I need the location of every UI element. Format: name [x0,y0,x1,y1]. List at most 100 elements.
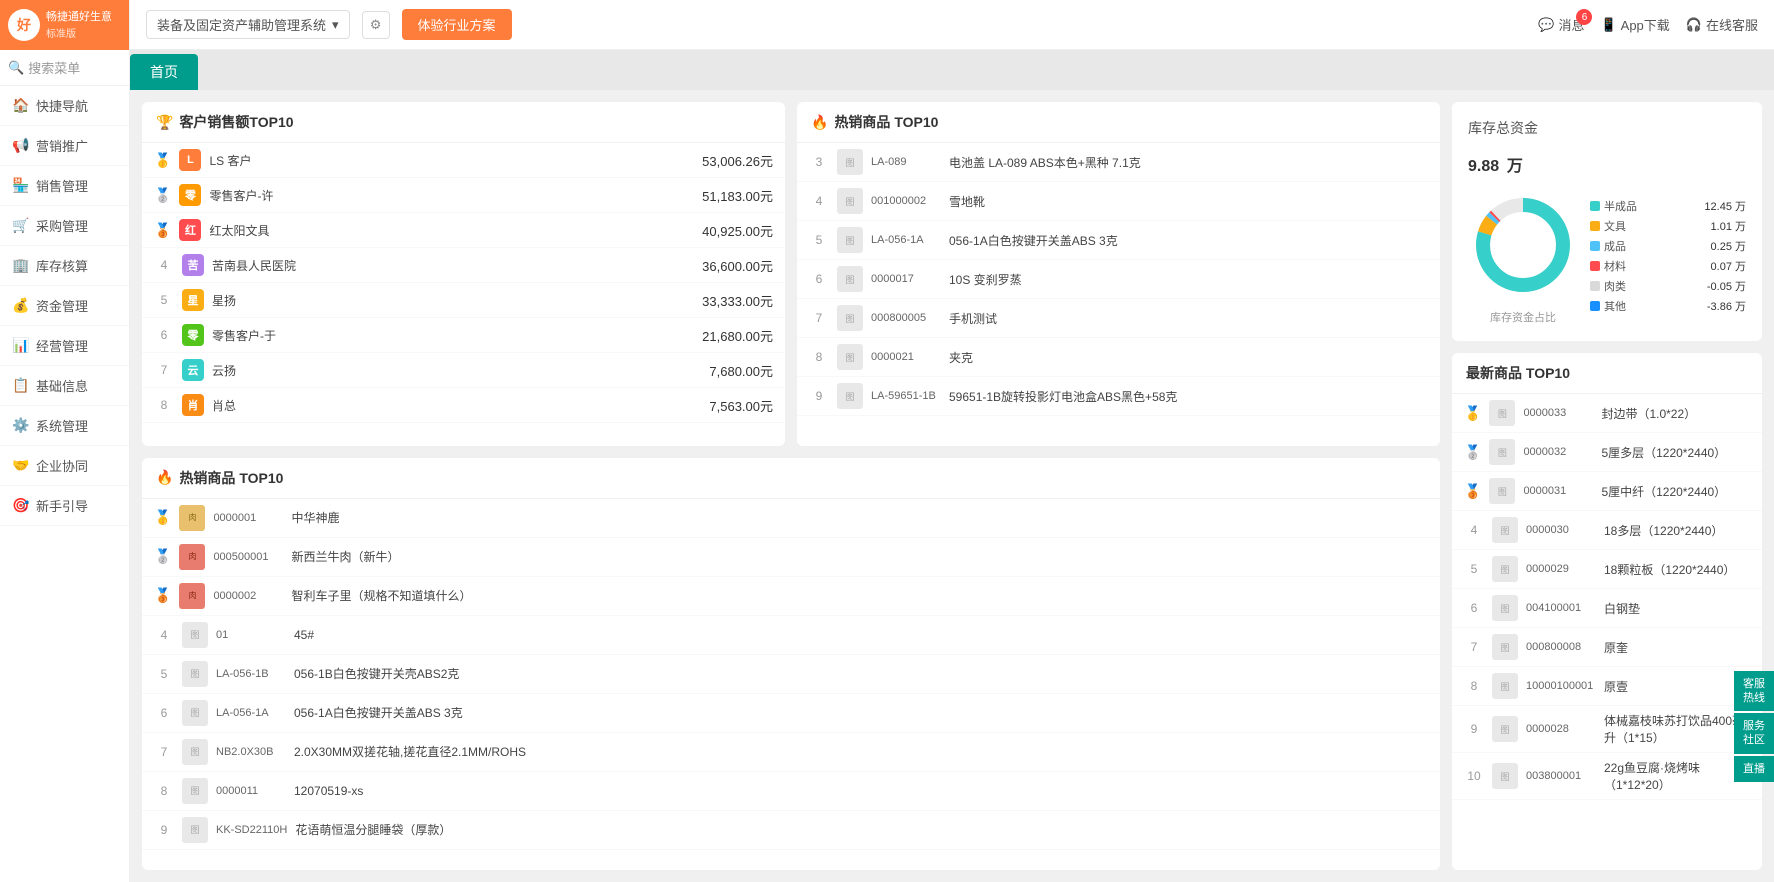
product-thumbnail: 图 [837,344,863,370]
sidebar-item-quick-nav[interactable]: 🏠 快捷导航 [0,86,129,126]
product-code: 0000032 [1523,446,1593,458]
product-code: 0000031 [1523,485,1593,497]
bronze-medal-icon: 🥉 [154,587,171,604]
inventory-icon: 🏢 [12,257,30,275]
sidebar-item-guide[interactable]: 🎯 新手引导 [0,486,129,526]
customer-name: 肖总 [212,397,701,414]
product-thumbnail: 图 [1489,439,1515,465]
bronze-medal-icon: 🥉 [1464,483,1481,500]
sidebar-item-operations[interactable]: 📊 经营管理 [0,326,129,366]
product-thumbnail: 图 [837,149,863,175]
customer-amount: 36,600.00元 [702,256,773,275]
inventory-title: 库存总资金 [1468,118,1746,138]
product-thumbnail: 图 [182,739,208,765]
finance-icon: 💰 [12,297,30,315]
table-row: 7 图 NB2.0X30B 2.0X30MM双搓花轴,搓花直径2.1MM/ROH… [142,733,1440,772]
trial-button[interactable]: 体验行业方案 [402,9,512,40]
product-thumbnail: 图 [837,227,863,253]
legend-name: 文具 [1604,218,1707,234]
product-thumbnail: 图 [182,700,208,726]
rank-number: 7 [154,745,174,759]
legend-dot [1590,221,1600,231]
placeholder-icon: 图 [190,745,199,758]
middle-area: 🏆 客户销售额TOP10 🥇 L LS 客户 53,006.26元 🥈 零 [142,102,1440,870]
table-row: 🥈 零 零售客户-许 51,183.00元 [142,178,785,213]
table-row: 🥉 肉 0000002 智利车子里（规格不知道填什么） [142,577,1440,616]
rank-number: 6 [154,706,174,720]
rank-number: 7 [154,363,174,377]
product-name: 原奎 [1604,639,1750,656]
legend-name: 材料 [1604,258,1707,274]
placeholder-icon: 图 [845,351,854,364]
rank-number: 4 [154,258,174,272]
product-code: 0000002 [213,590,283,602]
cs-community-button[interactable]: 服务社区 [1734,713,1774,754]
product-code: KK-SD22110H [216,824,287,836]
system-selector[interactable]: 装备及固定资产辅助管理系统 ▾ [146,10,350,39]
inventory-value: 9.88 [1468,158,1499,175]
placeholder-icon: 图 [1500,524,1509,537]
table-row: 3 图 LA-089 电池盖 LA-089 ABS本色+黑种 7.1克 [797,143,1440,182]
placeholder-icon: 图 [845,390,854,403]
product-name: 10S 变刹罗蒸 [949,271,1428,288]
customer-name: 苦南县人民医院 [212,257,694,274]
hot-products-bottom-panel: 🔥 热销商品 TOP10 🥇 肉 0000001 中华神鹿 🥈 [142,458,1440,870]
product-name: 雪地靴 [949,193,1428,210]
legend-dot [1590,201,1600,211]
rank-number: 4 [1464,523,1484,537]
online-service-button[interactable]: 🎧 在线客服 [1686,15,1758,34]
hot-products-top-title: 热销商品 TOP10 [834,112,938,132]
sidebar-item-sales[interactable]: 🏪 销售管理 [0,166,129,206]
rank-number: 5 [809,233,829,247]
table-row: 4 苦 苦南县人民医院 36,600.00元 [142,248,785,283]
chart-subtitle: 库存资金占比 [1468,309,1578,325]
product-thumbnail: 图 [837,266,863,292]
message-button[interactable]: 💬 消息 6 [1538,15,1584,34]
table-row: 10 图 003800001 22g鱼豆腐·烧烤味（1*12*20） [1452,753,1762,800]
placeholder-icon: 图 [190,667,199,680]
rank-number: 9 [809,389,829,403]
legend-dot [1590,241,1600,251]
sidebar-item-purchase[interactable]: 🛒 采购管理 [0,206,129,246]
customer-name: 云扬 [212,362,701,379]
tab-home[interactable]: 首页 [130,54,198,90]
placeholder-icon: 图 [845,195,854,208]
customer-ranking-title: 客户销售额TOP10 [179,112,293,132]
legend-name: 成品 [1604,238,1707,254]
sidebar-item-inventory[interactable]: 🏢 库存核算 [0,246,129,286]
app-download-button[interactable]: 📱 App下载 [1600,15,1669,34]
sidebar-item-system[interactable]: ⚙️ 系统管理 [0,406,129,446]
placeholder-icon: 图 [1500,680,1509,693]
new-products-panel: 最新商品 TOP10 🥇 图 0000033 封边带（1.0*22） 🥈 [1452,353,1762,870]
product-code: 0000028 [1526,723,1596,735]
nav-tabs: 首页 [130,50,1774,90]
product-name: 2.0X30MM双搓花轴,搓花直径2.1MM/ROHS [294,743,1428,760]
table-row: 🥈 图 0000032 5厘多层（1220*2440） [1452,433,1762,472]
rank-number: 5 [1464,562,1484,576]
floating-customer-service: 客服热线 服务社区 直播 [1734,671,1774,782]
hot-products-top-header: 🔥 热销商品 TOP10 [797,102,1440,143]
search-menu[interactable]: 🔍 搜索菜单 [0,50,129,86]
legend-item: 其他 -3.86 万 [1590,298,1746,314]
sidebar-item-basic-info[interactable]: 📋 基础信息 [0,366,129,406]
cs-hotline-button[interactable]: 客服热线 [1734,671,1774,712]
sidebar-item-marketing[interactable]: 📢 营销推广 [0,126,129,166]
product-thumbnail: 图 [1489,400,1515,426]
rank-number: 7 [809,311,829,325]
legend-item: 成品 0.25 万 [1590,238,1746,254]
product-thumbnail: 肉 [179,505,205,531]
silver-medal-icon: 🥈 [154,187,171,204]
settings-button[interactable]: ⚙ [362,11,390,39]
cs-live-button[interactable]: 直播 [1734,756,1774,782]
hot-products-bottom-title: 热销商品 TOP10 [179,468,283,488]
product-code: 000800005 [871,312,941,324]
sales-icon: 🏪 [12,177,30,195]
rank-number: 5 [154,293,174,307]
product-name: 22g鱼豆腐·烧烤味（1*12*20） [1604,759,1750,793]
sidebar-item-enterprise[interactable]: 🤝 企业协同 [0,446,129,486]
app-download-label: App下载 [1621,15,1670,34]
guide-icon: 🎯 [12,497,30,515]
product-thumbnail: 图 [837,305,863,331]
customer-amount: 21,680.00元 [702,326,773,345]
sidebar-item-finance[interactable]: 💰 资金管理 [0,286,129,326]
